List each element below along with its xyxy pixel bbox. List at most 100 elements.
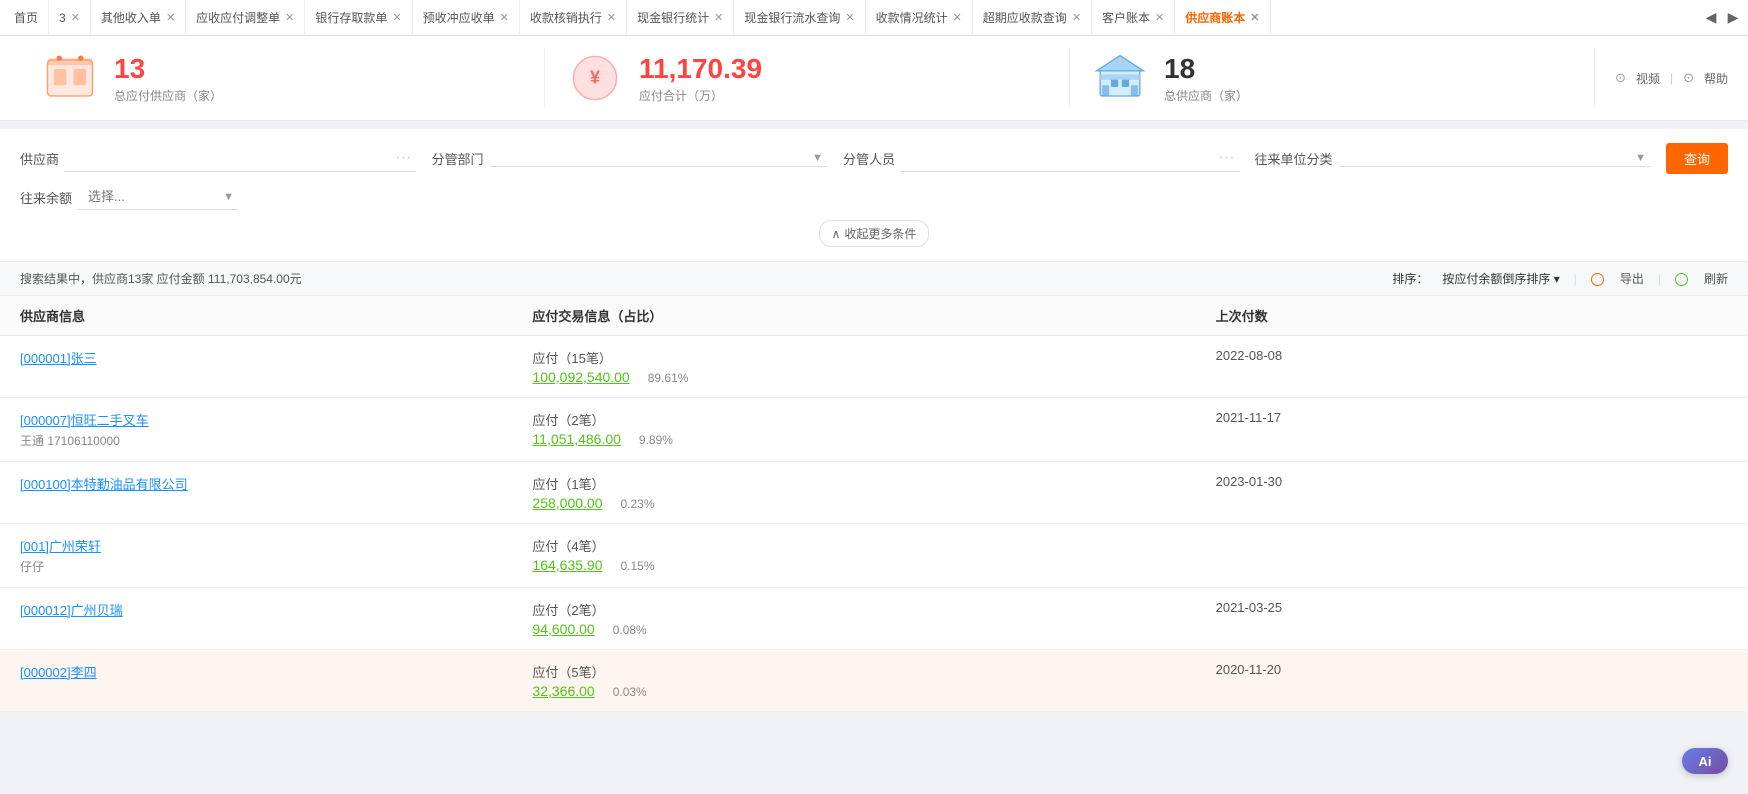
txn-percent-4: 0.08% [613, 623, 647, 637]
supplier-name-4[interactable]: [000012]广州贝瑞 [20, 603, 123, 618]
txn-cell-1: 应付（2笔） 11,051,486.00 9.89% [532, 410, 1215, 447]
nav-tab-other-income[interactable]: 其他收入单 ✕ [91, 0, 186, 36]
supplier-dots-icon: ··· [396, 149, 412, 167]
nav-tab-3[interactable]: 3 ✕ [49, 0, 91, 36]
category-chevron-icon: ▼ [1635, 152, 1646, 164]
nav-tab-other-income-label: 其他收入单 [101, 9, 161, 26]
txn-cell-0: 应付（15笔） 100,092,540.00 89.61% [532, 348, 1215, 385]
nav-tab-overdue-close[interactable]: ✕ [1072, 11, 1081, 24]
supplier-name-3[interactable]: [001]广州荣轩 [20, 539, 101, 554]
txn-label-3: 应付（4笔） [532, 536, 1215, 555]
txn-row-4: 94,600.00 0.08% [532, 619, 1215, 637]
video-link[interactable]: 视频 [1636, 70, 1660, 87]
nav-tab-bank-close[interactable]: ✕ [392, 11, 401, 24]
supplier-input-wrapper[interactable]: ··· [65, 146, 415, 172]
nav-tab-prepay[interactable]: 预收冲应收单 ✕ [413, 0, 520, 36]
balance-input[interactable] [82, 186, 223, 207]
summary-label-total-suppliers: 总供应商（家） [1164, 87, 1248, 104]
nav-tab-prepay-label: 预收冲应收单 [423, 9, 495, 26]
summary-bar: 13 总应付供应商（家） ¥ 11,170.39 应付合计（万） [0, 36, 1748, 121]
filter-label-dept: 分管部门 [432, 149, 484, 168]
supplier-name-2[interactable]: [000100]本特勤油品有限公司 [20, 477, 188, 492]
filter-item-dept: 分管部门 ▼ [432, 149, 828, 168]
txn-amount-5[interactable]: 32,366.00 [532, 683, 594, 699]
svg-text:¥: ¥ [590, 67, 600, 87]
export-icon [1591, 271, 1606, 285]
collapse-button[interactable]: ∧ 收起更多条件 [819, 220, 930, 247]
ai-button[interactable]: Ai [1682, 748, 1728, 774]
refresh-button[interactable]: 刷新 [1704, 270, 1728, 287]
supplier-cell-2: [000100]本特勤油品有限公司 [20, 474, 532, 493]
col-header-extra [1557, 306, 1728, 325]
top-right-links: ⊙ 视频 | ⊙ 帮助 [1595, 70, 1728, 87]
supplier-sub-3: 仔仔 [20, 558, 532, 575]
txn-label-2: 应付（1笔） [532, 474, 1215, 493]
nav-tab-receipt-stat[interactable]: 收款情况统计 ✕ [866, 0, 973, 36]
lastpay-cell-1: 2021-11-17 [1216, 410, 1558, 425]
filter-row-2: 往来余额 ▼ [20, 184, 1728, 210]
result-actions: 排序： 按应付余额倒序排序 ▾ | 导出 | 刷新 [1392, 270, 1728, 287]
nav-tab-receipt-close[interactable]: ✕ [607, 11, 616, 24]
txn-amount-4[interactable]: 94,600.00 [532, 621, 594, 637]
person-input-wrapper[interactable]: ··· [901, 146, 1238, 172]
nav-tab-ar-ap-close[interactable]: ✕ [285, 11, 294, 24]
collapse-label: 收起更多条件 [844, 225, 916, 242]
nav-tab-overdue[interactable]: 超期应收款查询 ✕ [973, 0, 1092, 36]
nav-tab-customer-book[interactable]: 客户账本 ✕ [1092, 0, 1175, 36]
summary-number-ap-suppliers: 13 [114, 52, 222, 86]
table-row: [000007]恒旺二手叉车 王通 17106110000 应付（2笔） 11,… [0, 398, 1748, 462]
nav-scroll-left[interactable]: ◀ [1700, 0, 1722, 36]
export-button[interactable]: 导出 [1620, 270, 1644, 287]
nav-tab-supplier-book-close[interactable]: ✕ [1250, 11, 1259, 24]
summary-item-ap-suppliers: 13 总应付供应商（家） [20, 48, 545, 108]
summary-number-total-suppliers: 18 [1164, 52, 1248, 86]
txn-amount-3[interactable]: 164,635.90 [532, 557, 602, 573]
txn-amount-1[interactable]: 11,051,486.00 [532, 431, 621, 447]
nav-tab-cash-stat[interactable]: 现金银行统计 ✕ [627, 0, 734, 36]
supplier-input[interactable] [69, 148, 396, 169]
txn-row-0: 100,092,540.00 89.61% [532, 367, 1215, 385]
balance-chevron-icon: ▼ [223, 191, 234, 203]
txn-amount-2[interactable]: 258,000.00 [532, 495, 602, 511]
txn-row-3: 164,635.90 0.15% [532, 555, 1215, 573]
supplier-name-0[interactable]: [000001]张三 [20, 351, 97, 366]
category-input-wrapper[interactable]: ▼ [1339, 150, 1650, 167]
supplier-name-1[interactable]: [000007]恒旺二手叉车 [20, 413, 149, 428]
nav-tab-receipt-stat-close[interactable]: ✕ [953, 11, 962, 24]
nav-tab-cash-flow-close[interactable]: ✕ [845, 11, 854, 24]
person-input[interactable] [905, 148, 1219, 169]
summary-item-total-suppliers: 18 总供应商（家） [1070, 48, 1595, 108]
nav-tab-cash-stat-close[interactable]: ✕ [714, 11, 723, 24]
nav-tab-supplier-book[interactable]: 供应商账本 ✕ [1175, 0, 1270, 36]
nav-tab-bank[interactable]: 银行存取款单 ✕ [305, 0, 412, 36]
nav-tab-3-close[interactable]: ✕ [71, 11, 80, 24]
filter-item-supplier: 供应商 ··· [20, 146, 416, 172]
nav-tab-other-income-close[interactable]: ✕ [166, 11, 175, 24]
txn-label-4: 应付（2笔） [532, 600, 1215, 619]
search-button[interactable]: 查询 [1666, 143, 1728, 174]
person-dots-icon: ··· [1219, 149, 1235, 167]
nav-tab-ar-ap[interactable]: 应收应付调整单 ✕ [186, 0, 305, 36]
dept-input-wrapper[interactable]: ▼ [490, 150, 827, 167]
filter-row-1: 供应商 ··· 分管部门 ▼ 分管人员 ··· 往来单位分类 ▼ [20, 143, 1728, 174]
sort-value[interactable]: 按应付余额倒序排序 ▾ [1442, 270, 1559, 287]
balance-input-wrapper[interactable]: ▼ [78, 184, 238, 210]
supplier-icon [40, 48, 100, 108]
nav-tab-receipt[interactable]: 收款核销执行 ✕ [520, 0, 627, 36]
nav-tab-customer-book-close[interactable]: ✕ [1155, 11, 1164, 24]
supplier-name-5[interactable]: [000002]李四 [20, 665, 97, 680]
lastpay-date-0: 2022-08-08 [1216, 348, 1283, 363]
summary-label-ap-total: 应付合计（万） [639, 87, 762, 104]
txn-amount-0[interactable]: 100,092,540.00 [532, 369, 629, 385]
nav-tab-home[interactable]: 首页 [4, 0, 49, 36]
nav-tab-prepay-close[interactable]: ✕ [500, 11, 509, 24]
help-link[interactable]: 帮助 [1704, 70, 1728, 87]
txn-row-1: 11,051,486.00 9.89% [532, 429, 1215, 447]
chevron-up-icon: ∧ [832, 227, 841, 241]
filter-item-person: 分管人员 ··· [843, 146, 1239, 172]
lastpay-date-4: 2021-03-25 [1216, 600, 1283, 615]
txn-row-5: 32,366.00 0.03% [532, 681, 1215, 699]
nav-scroll-right[interactable]: ▶ [1722, 0, 1744, 36]
txn-row-2: 258,000.00 0.23% [532, 493, 1215, 511]
nav-tab-cash-flow[interactable]: 现金银行流水查询 ✕ [734, 0, 865, 36]
